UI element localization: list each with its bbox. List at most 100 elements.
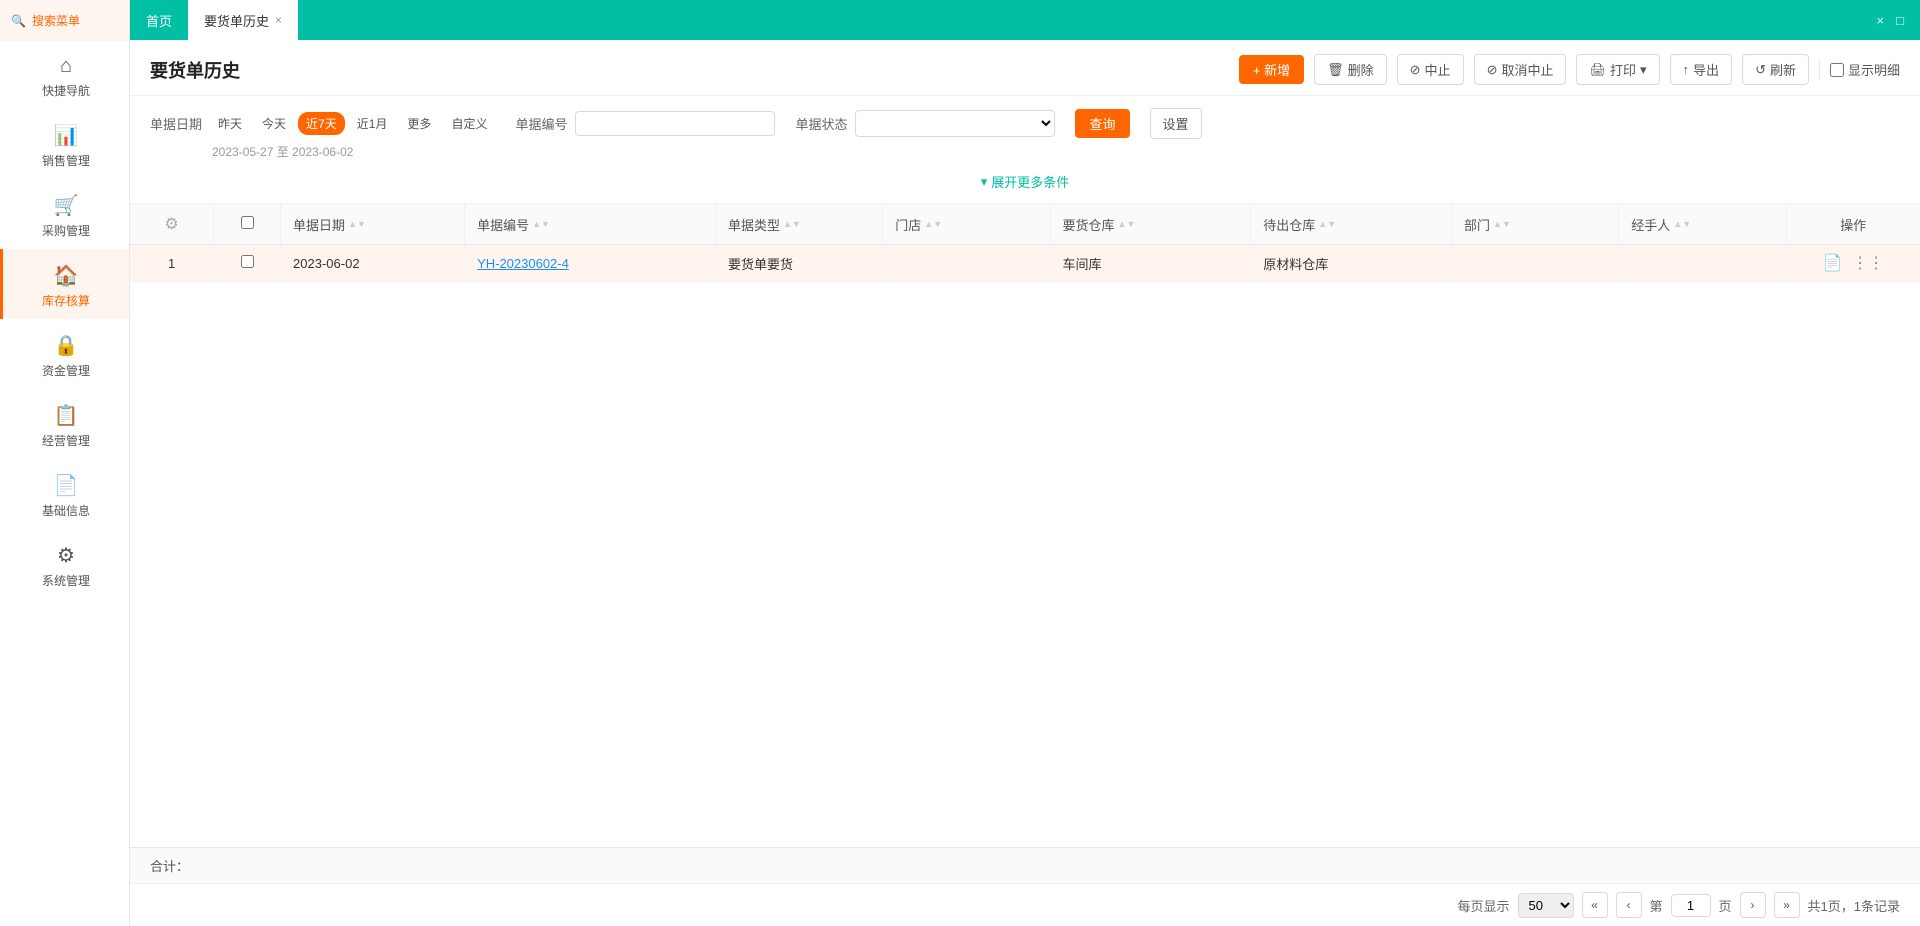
select-all-checkbox[interactable] <box>241 216 254 229</box>
date-today[interactable]: 今天 <box>254 112 294 135</box>
cell-seq: 1 <box>130 245 214 282</box>
stop-button[interactable]: ⊘ 中止 <box>1397 54 1464 85</box>
type-sort-icon[interactable]: ▲▼ <box>783 220 801 229</box>
sidebar-item-quick-nav[interactable]: ⌂ 快捷导航 <box>0 41 129 109</box>
sidebar-item-system[interactable]: ⚙ 系统管理 <box>0 529 129 599</box>
display-detail-checkbox[interactable] <box>1830 63 1844 77</box>
display-detail-toggle[interactable]: 显示明细 <box>1830 60 1900 79</box>
date-shortcuts: 昨天 今天 近7天 近1月 更多 自定义 <box>210 112 495 135</box>
th-handler-label: 经手人 <box>1631 215 1670 234</box>
th-pend-wh-label: 待出仓库 <box>1263 215 1315 234</box>
sidebar-item-basic[interactable]: 📄 基础信息 <box>0 459 129 529</box>
top-bar-right: × □ <box>1877 13 1920 28</box>
export-label: 导出 <box>1693 60 1719 79</box>
th-dept-label: 部门 <box>1464 215 1490 234</box>
req-wh-sort-icon[interactable]: ▲▼ <box>1118 220 1136 229</box>
date-label: 单据日期 <box>150 114 202 133</box>
date-yesterday[interactable]: 昨天 <box>210 112 250 135</box>
doc-num-link[interactable]: YH-20230602-4 <box>477 256 569 271</box>
store-sort-icon[interactable]: ▲▼ <box>924 220 942 229</box>
expand-more-btn[interactable]: ▾ 展开更多条件 <box>981 168 1070 195</box>
page-next-btn[interactable]: › <box>1740 892 1766 918</box>
delete-button[interactable]: 🗑 删除 <box>1314 54 1387 85</box>
operation-icon: 📋 <box>54 403 79 428</box>
tab-history[interactable]: 要货单历史 × <box>188 0 298 40</box>
date-sort-icon[interactable]: ▲▼ <box>348 220 366 229</box>
content: 要货单历史 + 新增 🗑 删除 ⊘ 中止 ⊘ 取消中止 🖨 打印 <box>130 40 1920 926</box>
page-label-after: 页 <box>1719 896 1732 915</box>
table-body: 1 2023-06-02 YH-20230602-4 要货单要货 车间库 原材料… <box>130 245 1920 282</box>
stop-label: 中止 <box>1425 60 1451 79</box>
new-button[interactable]: + 新增 <box>1239 55 1304 84</box>
export-icon: ↑ <box>1683 62 1690 77</box>
window-maximize-icon[interactable]: □ <box>1896 13 1904 28</box>
sidebar-item-operation[interactable]: 📋 经营管理 <box>0 389 129 459</box>
handler-sort-icon[interactable]: ▲▼ <box>1673 220 1691 229</box>
dept-sort-icon[interactable]: ▲▼ <box>1493 220 1511 229</box>
sidebar-label-finance: 资金管理 <box>42 362 90 379</box>
per-page-label: 每页显示 <box>1457 896 1509 915</box>
docno-input[interactable] <box>575 111 775 136</box>
th-date-label: 单据日期 <box>293 215 345 234</box>
table-settings-icon[interactable]: ⚙ <box>164 216 178 233</box>
date-week7[interactable]: 近7天 <box>298 112 345 135</box>
row-checkbox[interactable] <box>241 255 254 268</box>
search-icon: 🔍 <box>11 14 26 28</box>
settings-button[interactable]: 设置 <box>1150 108 1202 139</box>
home-icon: ⌂ <box>60 55 72 78</box>
sidebar-search[interactable]: 🔍 搜索菜单 <box>0 0 129 41</box>
top-bar: 首页 要货单历史 × × □ <box>130 0 1920 40</box>
date-month1[interactable]: 近1月 <box>349 112 396 135</box>
cancel-stop-button[interactable]: ⊘ 取消中止 <box>1474 54 1567 85</box>
cancel-stop-icon: ⊘ <box>1487 62 1498 78</box>
cell-type: 要货单要货 <box>715 245 882 282</box>
tab-home[interactable]: 首页 <box>130 0 188 40</box>
sidebar-label-operation: 经营管理 <box>42 432 90 449</box>
print-label: 打印 <box>1610 60 1636 79</box>
page-first-btn[interactable]: « <box>1582 892 1608 918</box>
window-close-icon[interactable]: × <box>1877 13 1885 28</box>
status-select[interactable] <box>855 110 1055 137</box>
pagination: 每页显示 50 20 100 200 « ‹ 第 页 › » 共1页，1条记录 <box>130 883 1920 926</box>
summary-bar: 合计： <box>130 847 1920 883</box>
filter-status-group: 单据状态 <box>795 110 1055 137</box>
page-prev-btn[interactable]: ‹ <box>1616 892 1642 918</box>
page-last-btn[interactable]: » <box>1774 892 1800 918</box>
table-row[interactable]: 1 2023-06-02 YH-20230602-4 要货单要货 车间库 原材料… <box>130 245 1920 282</box>
th-date: 单据日期 ▲▼ <box>281 204 465 245</box>
date-custom[interactable]: 自定义 <box>443 112 495 135</box>
filter-docno-group: 单据编号 <box>515 111 775 136</box>
refresh-label: 刷新 <box>1770 60 1796 79</box>
row-view-btn[interactable]: 📄 <box>1820 253 1846 273</box>
page-input[interactable] <box>1671 894 1711 917</box>
date-more[interactable]: 更多 <box>399 112 439 135</box>
sidebar: 🔍 搜索菜单 ⌂ 快捷导航 📊 销售管理 🛒 采购管理 🏠 库存核算 🔒 资金管… <box>0 0 130 926</box>
page-label-before: 第 <box>1650 896 1663 915</box>
sidebar-item-inventory[interactable]: 🏠 库存核算 <box>0 249 129 319</box>
display-detail-label: 显示明细 <box>1848 60 1900 79</box>
sidebar-search-label: 搜索菜单 <box>32 12 80 29</box>
refresh-button[interactable]: ↺ 刷新 <box>1742 54 1809 85</box>
cell-dept <box>1452 245 1619 282</box>
cell-store <box>883 245 1050 282</box>
tab-home-label: 首页 <box>146 11 172 30</box>
row-edit-btn[interactable]: ⋮⋮ <box>1849 253 1887 273</box>
sidebar-item-purchase[interactable]: 🛒 采购管理 <box>0 179 129 249</box>
sidebar-item-sales[interactable]: 📊 销售管理 <box>0 109 129 179</box>
cancel-stop-label: 取消中止 <box>1501 60 1553 79</box>
num-sort-icon[interactable]: ▲▼ <box>532 220 550 229</box>
delete-icon: 🗑 <box>1327 62 1344 78</box>
page-size-select[interactable]: 50 20 100 200 <box>1518 893 1574 918</box>
th-seq: ⚙ <box>130 204 214 245</box>
export-button[interactable]: ↑ 导出 <box>1670 54 1733 85</box>
pend-wh-sort-icon[interactable]: ▲▼ <box>1318 220 1336 229</box>
cell-pend-wh: 原材料仓库 <box>1251 245 1452 282</box>
th-req-wh: 要货仓库 ▲▼ <box>1050 204 1251 245</box>
th-num-label: 单据编号 <box>477 215 529 234</box>
th-ops-label: 操作 <box>1840 218 1866 233</box>
tab-close-icon[interactable]: × <box>275 13 282 27</box>
print-button[interactable]: 🖨 打印 ▾ <box>1576 54 1659 85</box>
basic-icon: 📄 <box>54 473 79 498</box>
sidebar-item-finance[interactable]: 🔒 资金管理 <box>0 319 129 389</box>
search-button[interactable]: 查询 <box>1075 109 1129 138</box>
